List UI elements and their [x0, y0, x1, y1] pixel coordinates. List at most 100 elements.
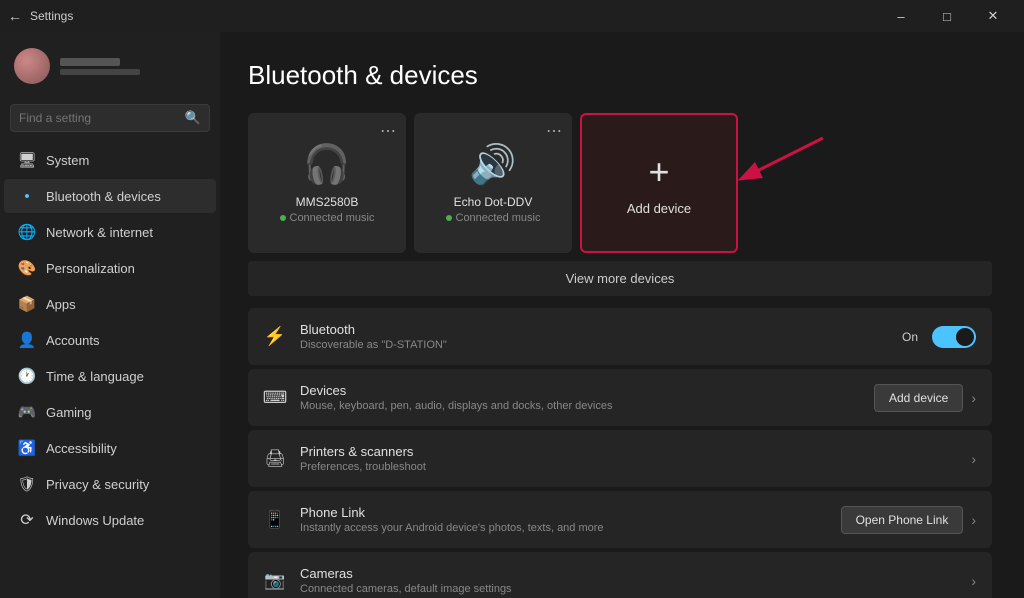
bluetooth-toggle[interactable] — [932, 326, 976, 348]
toggle-knob — [956, 328, 974, 346]
titlebar-controls: – □ ✕ — [878, 0, 1016, 32]
accessibility-icon: ♿ — [18, 439, 36, 457]
user-email-bar — [60, 69, 140, 75]
device-card-mms[interactable]: ⋯ 🎧 MMS2580B Connected music — [248, 113, 406, 253]
toggle-label: On — [902, 330, 918, 344]
sidebar-item-accounts[interactable]: 👤 Accounts — [4, 323, 216, 357]
phonelink-row-text: Phone Link Instantly access your Android… — [300, 505, 827, 534]
sidebar-item-label: Accounts — [46, 333, 99, 348]
phonelink-row-icon: 📱 — [264, 509, 286, 531]
sidebar-item-label: Gaming — [46, 405, 92, 420]
system-icon: 🖥 — [18, 151, 36, 169]
bluetooth-icon: • — [18, 187, 36, 205]
personalization-icon: 🎨 — [18, 259, 36, 277]
avatar — [14, 48, 50, 84]
sidebar-item-label: Accessibility — [46, 441, 117, 456]
settings-row-phonelink[interactable]: 📱 Phone Link Instantly access your Andro… — [248, 491, 992, 548]
back-icon[interactable]: ← — [8, 8, 22, 24]
card-menu-icon[interactable]: ⋯ — [380, 121, 396, 141]
sidebar-item-personalization[interactable]: 🎨 Personalization — [4, 251, 216, 285]
printers-row-right: › — [971, 451, 976, 467]
gaming-icon: 🎮 — [18, 403, 36, 421]
sidebar-item-privacy[interactable]: 🛡 Privacy & security — [4, 467, 216, 501]
add-device-wrapper: + Add device — [580, 113, 738, 253]
sidebar-item-label: Bluetooth & devices — [46, 189, 161, 204]
close-button[interactable]: ✕ — [970, 0, 1016, 32]
search-box[interactable]: 🔍 — [10, 104, 210, 132]
sidebar: 🔍 🖥 System • Bluetooth & devices 🌐 Netwo… — [0, 32, 220, 598]
sidebar-item-bluetooth[interactable]: • Bluetooth & devices — [4, 179, 216, 213]
settings-row-devices[interactable]: ⌨ Devices Mouse, keyboard, pen, audio, d… — [248, 369, 992, 426]
minimize-button[interactable]: – — [878, 0, 924, 32]
bluetooth-toggle-area: On — [902, 326, 976, 348]
network-icon: 🌐 — [18, 223, 36, 241]
sidebar-item-apps[interactable]: 📦 Apps — [4, 287, 216, 321]
row-title: Cameras — [300, 566, 957, 581]
card-menu-icon[interactable]: ⋯ — [546, 121, 562, 141]
chevron-icon: › — [971, 451, 976, 467]
cameras-row-right: › — [971, 573, 976, 589]
cards-wrapper: ⋯ 🎧 MMS2580B Connected music ⋯ 🔊 Echo Do… — [248, 113, 992, 253]
settings-row-bluetooth[interactable]: ⚡ Bluetooth Discoverable as "D-STATION" … — [248, 308, 992, 365]
phonelink-row-right: Open Phone Link › — [841, 506, 976, 534]
app-body: 🔍 🖥 System • Bluetooth & devices 🌐 Netwo… — [0, 32, 1024, 598]
device-name: MMS2580B — [296, 195, 359, 209]
page-title: Bluetooth & devices — [248, 60, 992, 91]
sidebar-item-label: Network & internet — [46, 225, 153, 240]
row-subtitle: Instantly access your Android device's p… — [300, 522, 827, 534]
row-subtitle: Connected cameras, default image setting… — [300, 583, 957, 595]
app-title: Settings — [30, 9, 73, 23]
sidebar-item-label: System — [46, 153, 89, 168]
chevron-icon: › — [971, 573, 976, 589]
device-card-echo[interactable]: ⋯ 🔊 Echo Dot-DDV Connected music — [414, 113, 572, 253]
device-name: Echo Dot-DDV — [454, 195, 533, 209]
open-phone-link-button[interactable]: Open Phone Link — [841, 506, 964, 534]
user-info — [60, 58, 140, 75]
row-subtitle: Mouse, keyboard, pen, audio, displays an… — [300, 400, 860, 412]
row-title: Devices — [300, 383, 860, 398]
status-dot — [446, 215, 452, 221]
sidebar-item-network[interactable]: 🌐 Network & internet — [4, 215, 216, 249]
bluetooth-row-text: Bluetooth Discoverable as "D-STATION" — [300, 322, 888, 351]
sidebar-item-accessibility[interactable]: ♿ Accessibility — [4, 431, 216, 465]
bluetooth-row-icon: ⚡ — [264, 326, 286, 348]
row-title: Phone Link — [300, 505, 827, 520]
search-input[interactable] — [19, 111, 179, 125]
device-status: Connected music — [280, 212, 375, 224]
sidebar-item-windows-update[interactable]: ⟳ Windows Update — [4, 503, 216, 537]
search-icon: 🔍 — [185, 110, 201, 126]
row-title: Bluetooth — [300, 322, 888, 337]
sidebar-item-label: Time & language — [46, 369, 144, 384]
devices-row-icon: ⌨ — [264, 387, 286, 409]
sidebar-item-system[interactable]: 🖥 System — [4, 143, 216, 177]
main-content: Bluetooth & devices ⋯ 🎧 MMS2580B Connect… — [220, 32, 1024, 598]
settings-row-cameras[interactable]: 📷 Cameras Connected cameras, default ima… — [248, 552, 992, 598]
add-device-label: Add device — [627, 201, 691, 216]
status-dot — [280, 215, 286, 221]
headphone-icon: 🎧 — [303, 143, 350, 187]
sidebar-item-time[interactable]: 🕐 Time & language — [4, 359, 216, 393]
chevron-icon: › — [971, 390, 976, 406]
titlebar: ← Settings – □ ✕ — [0, 0, 1024, 32]
apps-icon: 📦 — [18, 295, 36, 313]
titlebar-left: ← Settings — [8, 8, 73, 24]
maximize-button[interactable]: □ — [924, 0, 970, 32]
devices-row-right: Add device › — [874, 384, 976, 412]
settings-row-printers[interactable]: 🖨 Printers & scanners Preferences, troub… — [248, 430, 992, 487]
view-more-button[interactable]: View more devices — [248, 261, 992, 296]
user-name-bar — [60, 58, 120, 66]
add-device-card[interactable]: + Add device — [580, 113, 738, 253]
sidebar-item-label: Privacy & security — [46, 477, 149, 492]
device-status: Connected music — [446, 212, 541, 224]
sidebar-item-gaming[interactable]: 🎮 Gaming — [4, 395, 216, 429]
speaker-icon: 🔊 — [469, 143, 516, 187]
row-subtitle: Discoverable as "D-STATION" — [300, 339, 888, 351]
chevron-icon: › — [971, 512, 976, 528]
add-device-row-button[interactable]: Add device — [874, 384, 963, 412]
sidebar-item-label: Apps — [46, 297, 76, 312]
plus-icon: + — [648, 151, 669, 193]
cameras-row-text: Cameras Connected cameras, default image… — [300, 566, 957, 595]
row-subtitle: Preferences, troubleshoot — [300, 461, 957, 473]
privacy-icon: 🛡 — [18, 475, 36, 493]
devices-row-text: Devices Mouse, keyboard, pen, audio, dis… — [300, 383, 860, 412]
